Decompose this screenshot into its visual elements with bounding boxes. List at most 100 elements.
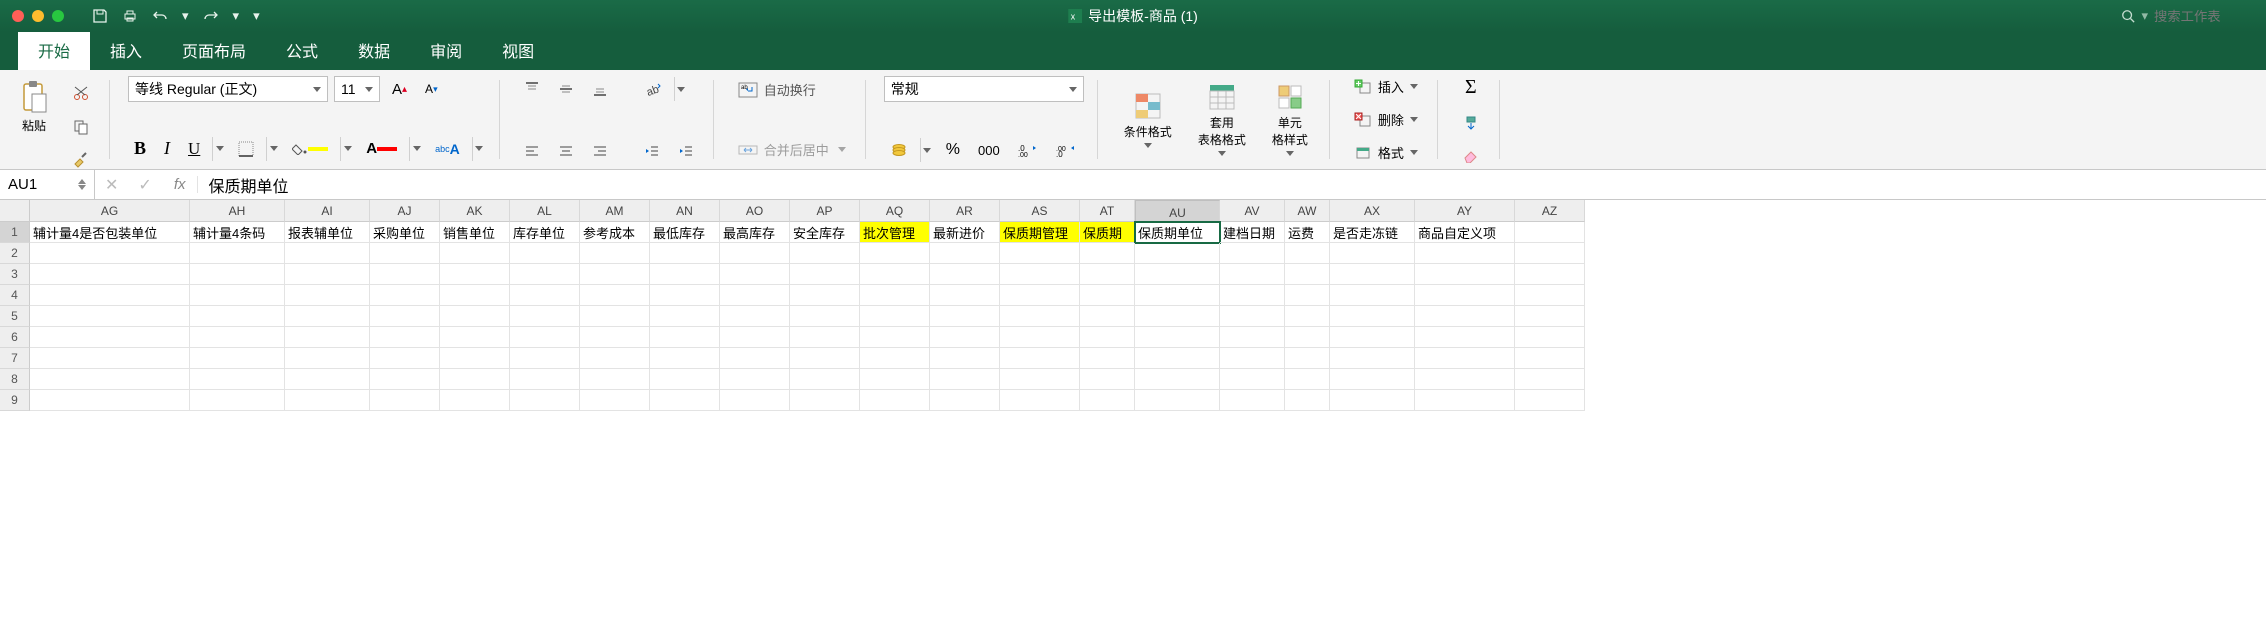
cell-AV7[interactable] <box>1220 348 1285 369</box>
conditional-format-button[interactable]: 条件格式 <box>1116 88 1180 152</box>
name-box[interactable]: AU1 <box>0 170 95 199</box>
cell-AT5[interactable] <box>1080 306 1135 327</box>
cell-AN7[interactable] <box>650 348 720 369</box>
cell-AR3[interactable] <box>930 264 1000 285</box>
align-top-button[interactable] <box>518 77 546 101</box>
tab-视图[interactable]: 视图 <box>482 30 554 70</box>
save-icon[interactable] <box>92 8 108 24</box>
cell-AW3[interactable] <box>1285 264 1330 285</box>
search-box[interactable]: ▾ <box>2121 8 2254 24</box>
cell-AK1[interactable]: 销售单位 <box>440 222 510 243</box>
cell-AP4[interactable] <box>790 285 860 306</box>
cell-AM7[interactable] <box>580 348 650 369</box>
cell-AO9[interactable] <box>720 390 790 411</box>
col-header-AZ[interactable]: AZ <box>1515 200 1585 222</box>
cell-AJ9[interactable] <box>370 390 440 411</box>
cell-AZ3[interactable] <box>1515 264 1585 285</box>
cell-AL3[interactable] <box>510 264 580 285</box>
format-painter-button[interactable] <box>66 148 96 174</box>
cell-AU4[interactable] <box>1135 285 1220 306</box>
cell-AN4[interactable] <box>650 285 720 306</box>
cell-AZ9[interactable] <box>1515 390 1585 411</box>
cell-AZ4[interactable] <box>1515 285 1585 306</box>
cell-AL8[interactable] <box>510 369 580 390</box>
row-header-1[interactable]: 1 <box>0 222 30 243</box>
col-header-AX[interactable]: AX <box>1330 200 1415 222</box>
minimize-icon[interactable] <box>32 10 44 22</box>
align-middle-button[interactable] <box>552 77 580 101</box>
col-header-AR[interactable]: AR <box>930 200 1000 222</box>
cell-AW9[interactable] <box>1285 390 1330 411</box>
cell-AZ8[interactable] <box>1515 369 1585 390</box>
cell-AR6[interactable] <box>930 327 1000 348</box>
tab-数据[interactable]: 数据 <box>338 30 410 70</box>
col-header-AK[interactable]: AK <box>440 200 510 222</box>
cell-AR2[interactable] <box>930 243 1000 264</box>
cell-AT8[interactable] <box>1080 369 1135 390</box>
col-header-AW[interactable]: AW <box>1285 200 1330 222</box>
cell-AH8[interactable] <box>190 369 285 390</box>
cell-AJ5[interactable] <box>370 306 440 327</box>
cell-AY7[interactable] <box>1415 348 1515 369</box>
cell-AT6[interactable] <box>1080 327 1135 348</box>
cell-AP9[interactable] <box>790 390 860 411</box>
cell-AU8[interactable] <box>1135 369 1220 390</box>
accounting-dropdown[interactable] <box>920 138 934 162</box>
accounting-format-button[interactable] <box>884 138 914 162</box>
delete-cells-button[interactable]: 删除 <box>1348 106 1424 133</box>
cell-AM2[interactable] <box>580 243 650 264</box>
cell-AI2[interactable] <box>285 243 370 264</box>
phonetic-button[interactable]: abcA <box>429 137 466 161</box>
cell-AS1[interactable]: 保质期管理 <box>1000 222 1080 243</box>
cell-AS5[interactable] <box>1000 306 1080 327</box>
tab-插入[interactable]: 插入 <box>90 30 162 70</box>
col-header-AI[interactable]: AI <box>285 200 370 222</box>
col-header-AV[interactable]: AV <box>1220 200 1285 222</box>
cell-AV1[interactable]: 建档日期 <box>1220 222 1285 243</box>
row-header-6[interactable]: 6 <box>0 327 30 348</box>
cell-AV8[interactable] <box>1220 369 1285 390</box>
clear-button[interactable] <box>1456 143 1486 167</box>
cell-AY1[interactable]: 商品自定义项 <box>1415 222 1515 243</box>
align-left-button[interactable] <box>518 139 546 163</box>
cell-AI4[interactable] <box>285 285 370 306</box>
cell-AT2[interactable] <box>1080 243 1135 264</box>
cell-AO2[interactable] <box>720 243 790 264</box>
cell-AM6[interactable] <box>580 327 650 348</box>
cell-AV2[interactable] <box>1220 243 1285 264</box>
cell-AL2[interactable] <box>510 243 580 264</box>
cell-AX3[interactable] <box>1330 264 1415 285</box>
cell-AQ9[interactable] <box>860 390 930 411</box>
cell-AO3[interactable] <box>720 264 790 285</box>
row-header-5[interactable]: 5 <box>0 306 30 327</box>
redo-dropdown-icon[interactable]: ▾ <box>233 8 240 24</box>
col-header-AM[interactable]: AM <box>580 200 650 222</box>
cell-AN2[interactable] <box>650 243 720 264</box>
table-format-button[interactable]: 套用 表格格式 <box>1190 79 1254 160</box>
cell-AH3[interactable] <box>190 264 285 285</box>
row-header-3[interactable]: 3 <box>0 264 30 285</box>
cell-AN6[interactable] <box>650 327 720 348</box>
formula-input[interactable] <box>198 176 2266 194</box>
cell-AQ5[interactable] <box>860 306 930 327</box>
col-header-AQ[interactable]: AQ <box>860 200 930 222</box>
bold-button[interactable]: B <box>128 134 152 163</box>
cell-AX5[interactable] <box>1330 306 1415 327</box>
row-header-8[interactable]: 8 <box>0 369 30 390</box>
cell-AY8[interactable] <box>1415 369 1515 390</box>
orientation-dropdown[interactable] <box>674 77 688 101</box>
increase-indent-button[interactable] <box>672 139 700 163</box>
cell-AQ3[interactable] <box>860 264 930 285</box>
cell-AY6[interactable] <box>1415 327 1515 348</box>
close-icon[interactable] <box>12 10 24 22</box>
fx-icon[interactable]: fx <box>162 176 199 193</box>
cut-button[interactable] <box>66 80 96 106</box>
cell-AL4[interactable] <box>510 285 580 306</box>
cell-AX4[interactable] <box>1330 285 1415 306</box>
cell-AS6[interactable] <box>1000 327 1080 348</box>
cell-AG3[interactable] <box>30 264 190 285</box>
cell-AL1[interactable]: 库存单位 <box>510 222 580 243</box>
col-header-AP[interactable]: AP <box>790 200 860 222</box>
cell-AU5[interactable] <box>1135 306 1220 327</box>
phonetic-dropdown[interactable] <box>472 137 486 161</box>
